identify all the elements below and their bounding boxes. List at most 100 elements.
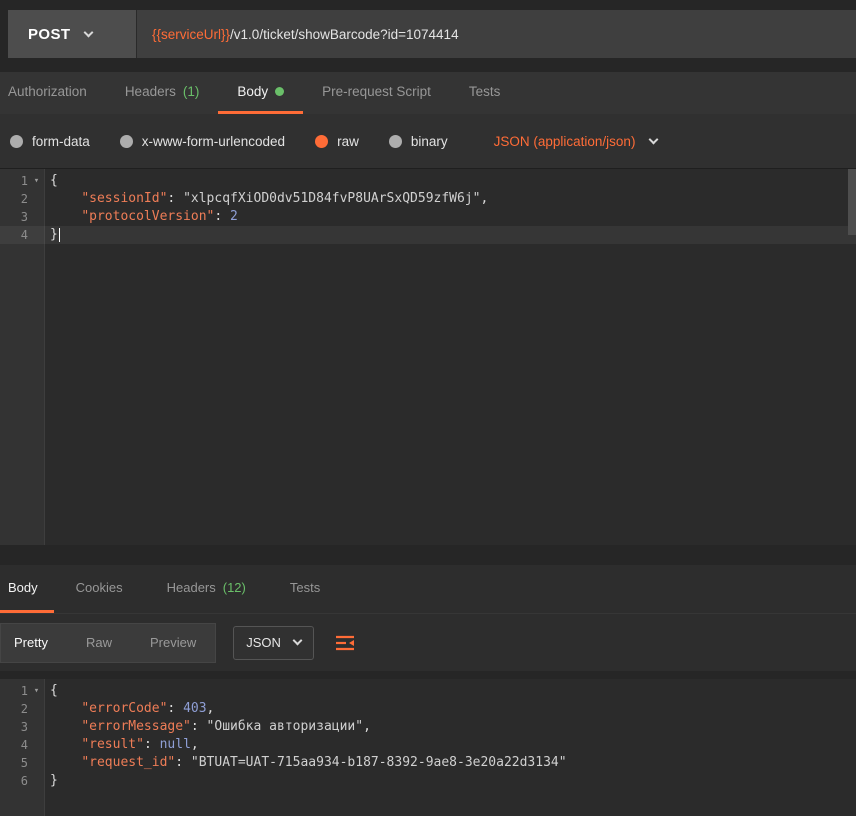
- line-number: 5: [20, 756, 28, 770]
- line-number: 4: [20, 738, 28, 752]
- headers-count-badge: (1): [182, 84, 200, 99]
- line-number: 1: [20, 174, 28, 188]
- method-label: POST: [28, 25, 71, 43]
- fold-gutter: [28, 718, 45, 736]
- code-text: {: [50, 683, 58, 698]
- tab-label: Headers: [166, 580, 216, 595]
- format-label: JSON: [246, 635, 281, 650]
- radio-icon: [119, 134, 133, 148]
- response-tab-headers[interactable]: Headers (12): [145, 565, 268, 613]
- content-type-dropdown[interactable]: JSON (application/json): [493, 133, 659, 149]
- code-text: }: [45, 226, 61, 244]
- line-number: 4: [20, 228, 28, 242]
- response-format-dropdown[interactable]: JSON: [233, 625, 314, 660]
- radio-icon: [10, 134, 23, 148]
- tab-pre-request-script[interactable]: Pre-request Script: [303, 72, 450, 114]
- code-line[interactable]: 2 "sessionId": "xlpcqfXiOD0dv51D84fvP8UA…: [0, 190, 856, 208]
- code-text: "sessionId": "xlpcqfXiOD0dv51D84fvP8UArS…: [81, 191, 489, 206]
- top-strip: [0, 0, 856, 10]
- code-line[interactable]: 3 "errorMessage": "Ошибка авторизации",: [0, 718, 856, 736]
- request-body-editor[interactable]: 1 ▾ {2 "sessionId": "xlpcqfXiOD0dv51D84fvP…: [0, 168, 856, 545]
- headers-count-badge: (12): [222, 580, 246, 595]
- chevron-down-icon: [84, 27, 94, 37]
- request-editor-scrollbar[interactable]: [848, 169, 856, 235]
- chevron-down-icon: [648, 134, 659, 144]
- raw-button[interactable]: Raw: [67, 624, 131, 662]
- code-line[interactable]: 3 "protocolVersion": 2: [0, 208, 856, 226]
- button-label: Pretty: [14, 635, 48, 650]
- tab-label: Pre-request Script: [322, 84, 431, 99]
- wrap-text-icon: [333, 633, 357, 653]
- response-tab-body[interactable]: Body: [0, 565, 54, 613]
- code-line[interactable]: 1 ▾ {: [0, 682, 856, 700]
- tab-label: Tests: [289, 580, 321, 595]
- pretty-button[interactable]: Pretty: [1, 624, 67, 662]
- code-text: "result": null,: [81, 737, 199, 752]
- code-text: "errorMessage": "Ошибка авторизации",: [81, 719, 371, 734]
- radio-icon: [388, 134, 402, 148]
- tab-label: Tests: [468, 84, 501, 99]
- tab-headers[interactable]: Headers (1): [106, 72, 219, 114]
- fold-gutter: [28, 190, 45, 208]
- tab-label: Body: [8, 580, 38, 595]
- radio-label: raw: [337, 133, 359, 149]
- response-tab-tests[interactable]: Tests: [268, 565, 342, 613]
- postman-app: POST {{serviceUrl}}/v1.0/ticket/showBarc…: [0, 0, 856, 816]
- fold-arrow-icon[interactable]: ▾: [28, 172, 45, 190]
- code-line[interactable]: 5 "request_id": "BTUAT=UAT-715aa934-b187…: [0, 754, 856, 772]
- code-line[interactable]: 1 ▾ {: [0, 172, 856, 190]
- line-number: 3: [20, 210, 28, 224]
- request-url-bar: POST {{serviceUrl}}/v1.0/ticket/showBarc…: [8, 10, 856, 58]
- line-number: 3: [20, 720, 28, 734]
- radio-x-www-form-urlencoded[interactable]: x-www-form-urlencoded: [119, 133, 286, 149]
- green-dot-icon: [275, 87, 285, 96]
- line-number: 6: [20, 774, 28, 788]
- view-mode-group: Pretty Raw Preview: [0, 622, 217, 663]
- fold-gutter: [28, 736, 45, 754]
- code-text: "protocolVersion": 2: [81, 209, 238, 224]
- code-line[interactable]: 4}: [0, 226, 856, 244]
- method-dropdown[interactable]: POST: [8, 10, 137, 58]
- tab-tests[interactable]: Tests: [450, 72, 520, 114]
- button-label: Raw: [85, 635, 112, 650]
- response-tabs: Body Cookies Headers (12) Tests: [0, 565, 856, 613]
- url-path: /v1.0/ticket/showBarcode?id=1074414: [230, 26, 459, 42]
- radio-selected-icon: [315, 134, 329, 148]
- fold-gutter: [28, 700, 45, 718]
- radio-form-data[interactable]: form-data: [10, 134, 90, 149]
- code-text: {: [50, 173, 58, 188]
- line-number: 1: [20, 684, 28, 698]
- code-text: "request_id": "BTUAT=UAT-715aa934-b187-8…: [81, 755, 567, 770]
- response-body-editor[interactable]: 1 ▾{2 "errorCode": 403, 3 "errorMessage": …: [0, 679, 856, 816]
- chevron-down-icon: [292, 635, 303, 646]
- code-line[interactable]: 6}: [0, 772, 856, 790]
- radio-raw[interactable]: raw: [315, 134, 359, 149]
- code-line[interactable]: 2 "errorCode": 403,: [0, 700, 856, 718]
- url-input[interactable]: {{serviceUrl}}/v1.0/ticket/showBarcode?i…: [137, 10, 856, 58]
- preview-button[interactable]: Preview: [131, 624, 215, 662]
- tab-label: Headers: [124, 84, 176, 99]
- response-tab-cookies[interactable]: Cookies: [54, 565, 145, 613]
- line-number: 2: [20, 192, 28, 206]
- fold-arrow-icon[interactable]: ▾: [28, 682, 45, 700]
- request-tabs: Authorization Headers (1) Body Pre-reque…: [0, 72, 856, 114]
- content-type-label: JSON (application/json): [493, 133, 636, 149]
- fold-gutter: [28, 772, 45, 790]
- fold-gutter: [28, 208, 45, 226]
- line-number: 2: [20, 702, 28, 716]
- radio-label: form-data: [32, 133, 90, 149]
- wrap-text-button[interactable]: [333, 633, 357, 653]
- fold-gutter: [28, 754, 45, 772]
- radio-label: x-www-form-urlencoded: [141, 133, 286, 149]
- code-line[interactable]: 4 "result": null,: [0, 736, 856, 754]
- tab-authorization[interactable]: Authorization: [0, 72, 106, 114]
- radio-binary[interactable]: binary: [388, 133, 448, 149]
- text-cursor: [58, 227, 61, 242]
- body-type-selector-row: form-data x-www-form-urlencoded raw bina…: [0, 114, 856, 168]
- response-toolbar: Pretty Raw Preview JSON: [0, 613, 856, 671]
- radio-label: binary: [410, 133, 448, 149]
- tab-body[interactable]: Body: [218, 72, 304, 114]
